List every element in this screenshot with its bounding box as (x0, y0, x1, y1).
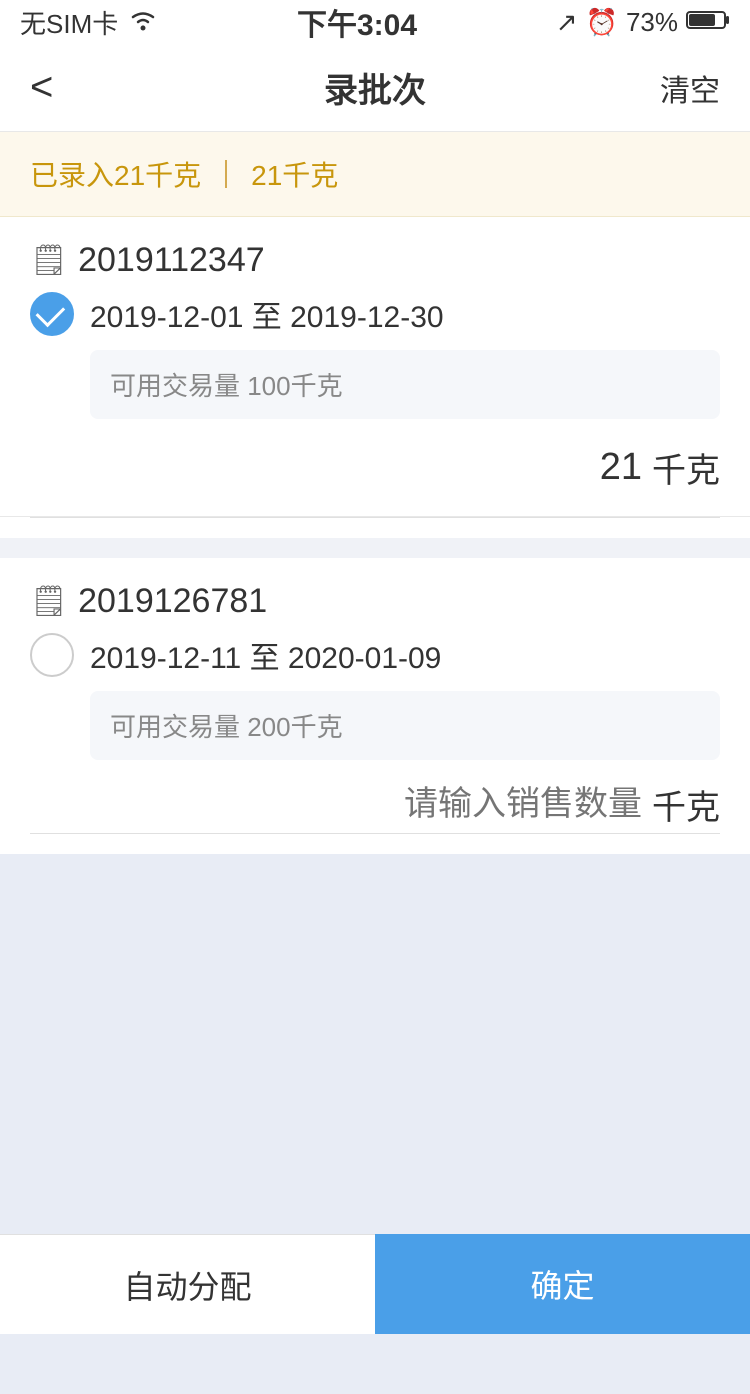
bottom-bar: 自动分配 确定 (0, 1234, 750, 1334)
batch-header-1: 🗒 2019112347 (30, 241, 720, 280)
batch-icon-2: 🗒 (30, 584, 68, 619)
batch-date-row-2: 2019-12-11 至 2020-01-09 (30, 633, 720, 677)
back-button[interactable]: < (30, 65, 90, 110)
batch-item-1: 🗒 2019112347 2019-12-01 至 2019-12-30 可用交… (0, 217, 750, 419)
batch-date-2: 2019-12-11 至 2020-01-09 (90, 633, 441, 677)
batch-id-1: 2019112347 (78, 241, 265, 280)
battery-label: 73% (626, 7, 678, 38)
location-icon: ↗ (556, 7, 578, 38)
batch-qty-unit-1: 千克 (652, 443, 720, 492)
batch-input-row-2[interactable]: 千克 (0, 760, 750, 833)
summary-bar: 已录入21千克 21千克 (0, 132, 750, 217)
status-bar: 无SIM卡 下午3:04 ↗ ⏰ 73% (0, 0, 750, 44)
batch-radio-2[interactable] (30, 633, 74, 677)
batch-qty-value-1: 21 (600, 446, 642, 489)
summary-recorded: 已录入21千克 (30, 154, 201, 194)
batch-underline-1 (30, 517, 720, 518)
wifi-icon (128, 7, 158, 38)
batch-section-1: 🗒 2019112347 2019-12-01 至 2019-12-30 可用交… (0, 217, 750, 538)
clear-button[interactable]: 清空 (660, 66, 720, 110)
auto-distribute-button[interactable]: 自动分配 (0, 1234, 375, 1334)
batch-qty-unit-2: 千克 (652, 780, 720, 829)
status-left: 无SIM卡 (20, 4, 158, 41)
summary-total: 21千克 (251, 154, 338, 194)
confirm-button[interactable]: 确定 (375, 1234, 750, 1334)
batch-icon-1: 🗒 (30, 243, 68, 278)
available-qty-text-2: 可用交易量 200千克 (110, 712, 343, 742)
status-right: ↗ ⏰ 73% (556, 7, 730, 38)
status-time: 下午3:04 (297, 0, 417, 44)
carrier-label: 无SIM卡 (20, 4, 118, 41)
available-qty-text-1: 可用交易量 100千克 (110, 371, 343, 401)
batch-section-2: 🗒 2019126781 2019-12-11 至 2020-01-09 可用交… (0, 558, 750, 854)
batch-date-row-1: 2019-12-01 至 2019-12-30 (30, 292, 720, 336)
battery-icon (686, 7, 730, 38)
batch-available-2: 可用交易量 200千克 (90, 691, 720, 760)
batch-id-2: 2019126781 (78, 582, 267, 621)
batch-item-2: 🗒 2019126781 2019-12-11 至 2020-01-09 可用交… (0, 558, 750, 760)
batch-underline-2 (30, 833, 720, 834)
summary-divider (225, 160, 227, 188)
alarm-icon: ⏰ (586, 7, 618, 38)
batch-input-row-1: 21 千克 (0, 419, 750, 517)
page-title: 录批次 (324, 63, 426, 112)
batch-header-2: 🗒 2019126781 (30, 582, 720, 621)
section-gap-1 (0, 538, 750, 558)
batch-qty-input-2[interactable] (342, 785, 642, 824)
batch-radio-1[interactable] (30, 292, 74, 336)
batch-available-1: 可用交易量 100千克 (90, 350, 720, 419)
batch-date-1: 2019-12-01 至 2019-12-30 (90, 292, 444, 336)
nav-bar: < 录批次 清空 (0, 44, 750, 132)
